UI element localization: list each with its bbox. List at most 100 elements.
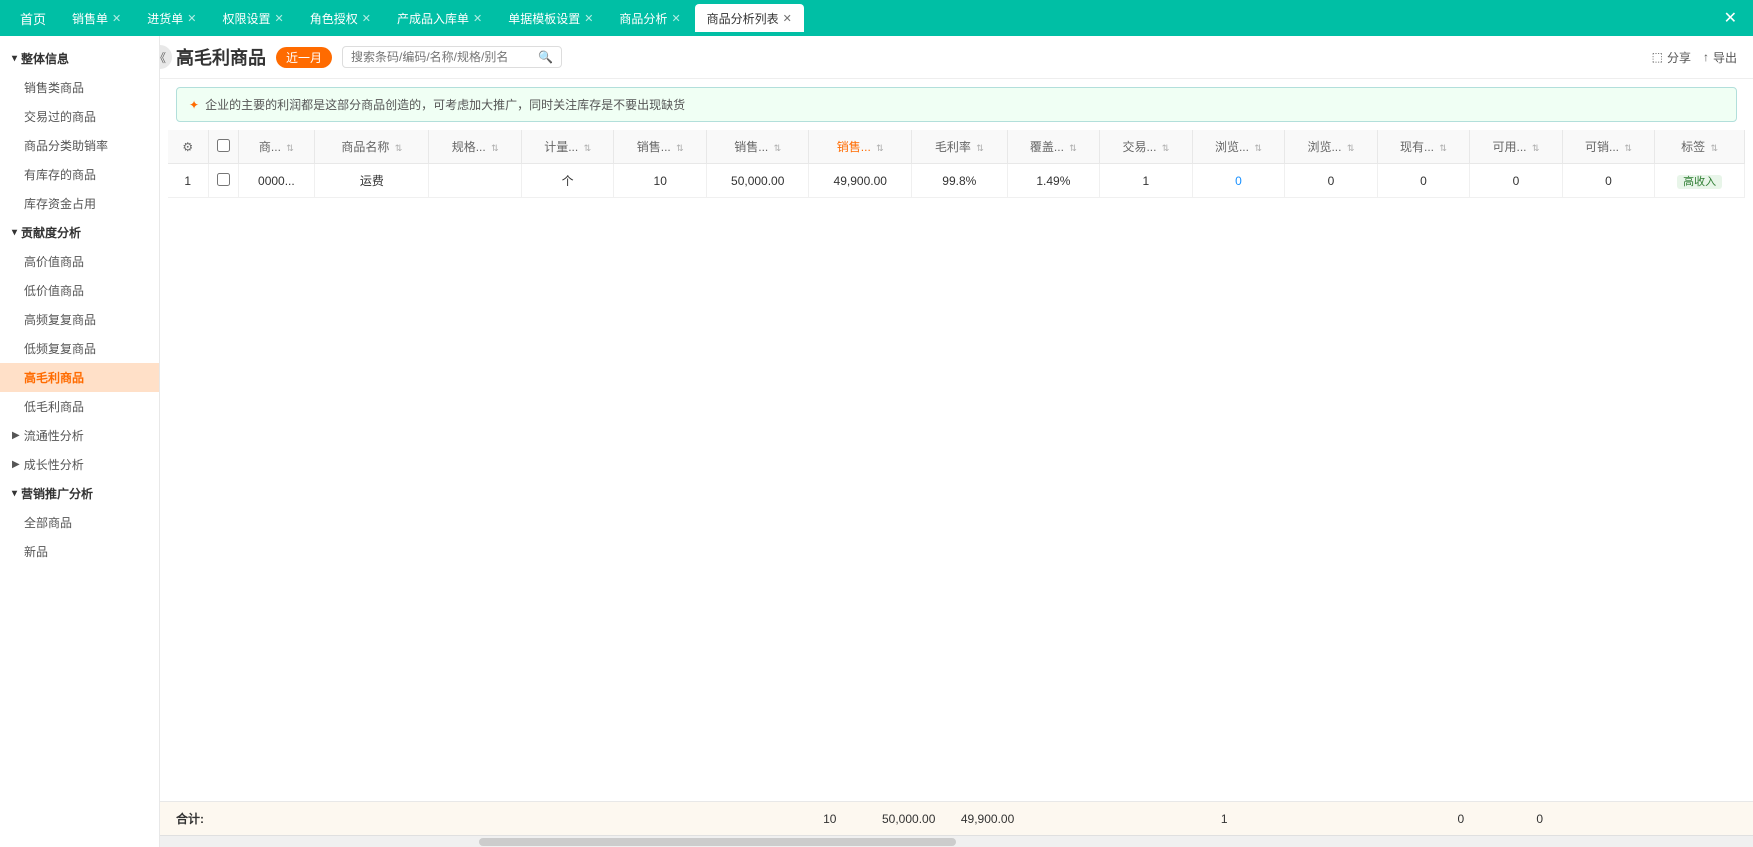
col-margin-rate[interactable]: 毛利率 ⇅	[912, 130, 1008, 164]
table-row: 1 0000... 运费 个 10 50,000.00 49,900.00 99…	[168, 164, 1745, 198]
footer-available: 0	[1500, 812, 1579, 826]
close-purchase-tab[interactable]: ✕	[187, 12, 196, 25]
arrow-growth: ▶	[12, 459, 20, 470]
footer-sales-qty: 10	[790, 812, 869, 826]
cell-sales-cost: 49,900.00	[809, 164, 912, 198]
sidebar-group-growth[interactable]: ▶ 成长性分析	[0, 450, 159, 479]
tab-template[interactable]: 单据模板设置 ✕	[496, 4, 605, 32]
window-close-button[interactable]: ✕	[1716, 8, 1745, 28]
sidebar-item-low-price[interactable]: 低价值商品	[0, 276, 159, 305]
tab-products[interactable]: 产成品入库单 ✕	[385, 4, 494, 32]
col-trade[interactable]: 交易... ⇅	[1100, 130, 1193, 164]
sidebar-group-loyalty[interactable]: ▾ 贡献度分析	[0, 218, 159, 247]
tab-home[interactable]: 首页	[8, 4, 58, 32]
sidebar-item-traded[interactable]: 交易过的商品	[0, 102, 159, 131]
close-products-tab[interactable]: ✕	[473, 12, 482, 25]
sort-available-icon: ⇅	[1532, 143, 1540, 153]
tab-analysis[interactable]: 商品分析 ✕	[607, 4, 692, 32]
sidebar: ▾ 整体信息 销售类商品 交易过的商品 商品分类助销率 有库存的商品 库存资金占…	[0, 36, 160, 847]
cell-coverage: 1.49%	[1007, 164, 1100, 198]
horizontal-scrollbar[interactable]	[160, 835, 1753, 847]
sidebar-group-marketing[interactable]: ▾ 营销推广分析	[0, 479, 159, 508]
sidebar-group-flow[interactable]: ▶ 流通性分析	[0, 421, 159, 450]
col-spec[interactable]: 规格... ⇅	[429, 130, 522, 164]
info-icon: ✦	[189, 98, 199, 112]
col-coverage[interactable]: 覆盖... ⇅	[1007, 130, 1100, 164]
sidebar-item-new-goods[interactable]: 新品	[0, 537, 159, 566]
cell-check[interactable]	[208, 164, 238, 198]
col-sales-qty[interactable]: 销售... ⇅	[614, 130, 707, 164]
cell-code[interactable]: 0000...	[238, 164, 315, 198]
sidebar-item-high-freq[interactable]: 高频复复商品	[0, 305, 159, 334]
cell-browse1[interactable]: 0	[1192, 164, 1285, 198]
col-unit[interactable]: 计量... ⇅	[521, 130, 614, 164]
sidebar-item-high-price[interactable]: 高价值商品	[0, 247, 159, 276]
col-available[interactable]: 可用... ⇅	[1470, 130, 1563, 164]
sidebar-item-low-margin[interactable]: 低毛利商品	[0, 392, 159, 421]
row-checkbox[interactable]	[217, 173, 230, 186]
col-sales-amount[interactable]: 销售... ⇅	[706, 130, 809, 164]
cell-available: 0	[1470, 164, 1563, 198]
sidebar-item-capital[interactable]: 库存资金占用	[0, 189, 159, 218]
footer-sales-amount: 50,000.00	[869, 812, 948, 826]
tab-purchase[interactable]: 进货单 ✕	[135, 4, 208, 32]
sidebar-group-overview[interactable]: ▾ 整体信息	[0, 44, 159, 73]
share-button[interactable]: ⬚ 分享	[1652, 49, 1691, 66]
search-box: 🔍	[342, 46, 562, 68]
close-sales-tab[interactable]: ✕	[112, 12, 121, 25]
tab-roles[interactable]: 角色授权 ✕	[298, 4, 383, 32]
info-text: 企业的主要的利润都是这部分商品创造的，可考虑加大推广，同时关注库存是不要出现缺货	[205, 96, 685, 113]
sidebar-item-low-freq[interactable]: 低频复复商品	[0, 334, 159, 363]
sort-spec-icon: ⇅	[491, 143, 499, 153]
close-analysis-list-tab[interactable]: ✕	[783, 12, 792, 25]
search-icon[interactable]: 🔍	[538, 50, 553, 64]
sidebar-item-all-goods[interactable]: 全部商品	[0, 508, 159, 537]
search-input[interactable]	[351, 50, 534, 64]
tab-sales[interactable]: 销售单 ✕	[60, 4, 133, 32]
top-navigation: 首页 销售单 ✕ 进货单 ✕ 权限设置 ✕ 角色授权 ✕ 产成品入库单 ✕ 单据…	[0, 0, 1753, 36]
col-tag[interactable]: 标签 ⇅	[1655, 130, 1745, 164]
close-analysis-tab[interactable]: ✕	[671, 12, 680, 25]
info-banner: ✦ 企业的主要的利润都是这部分商品创造的，可考虑加大推广，同时关注库存是不要出现…	[176, 87, 1737, 122]
select-all-checkbox[interactable]	[217, 139, 230, 152]
period-button[interactable]: 近一月	[276, 47, 332, 68]
col-saleable[interactable]: 可销... ⇅	[1562, 130, 1655, 164]
arrow-overview: ▾	[12, 53, 17, 64]
sort-tag-icon: ⇅	[1711, 143, 1719, 153]
export-button[interactable]: ↑ 导出	[1703, 49, 1737, 66]
sort-trade-icon: ⇅	[1162, 143, 1170, 153]
table-container: ⚙ 商... ⇅ 商品名称 ⇅ 规格...	[160, 130, 1753, 801]
sidebar-item-in-stock[interactable]: 有库存的商品	[0, 160, 159, 189]
col-name[interactable]: 商品名称 ⇅	[315, 130, 429, 164]
col-sales-cost[interactable]: 销售... ⇅	[809, 130, 912, 164]
sidebar-item-assist[interactable]: 商品分类助销率	[0, 131, 159, 160]
table-header-row: ⚙ 商... ⇅ 商品名称 ⇅ 规格...	[168, 130, 1745, 164]
cell-sales-qty: 10	[614, 164, 707, 198]
sort-sales-amount-icon: ⇅	[774, 143, 782, 153]
cell-saleable: 0	[1562, 164, 1655, 198]
scrollbar-thumb[interactable]	[479, 838, 957, 846]
close-template-tab[interactable]: ✕	[584, 12, 593, 25]
sidebar-item-high-margin[interactable]: 高毛利商品	[0, 363, 159, 392]
sort-current-icon: ⇅	[1439, 143, 1447, 153]
sort-coverage-icon: ⇅	[1069, 143, 1077, 153]
col-browse2[interactable]: 浏览... ⇅	[1285, 130, 1378, 164]
sidebar-item-selling[interactable]: 销售类商品	[0, 73, 159, 102]
tab-analysis-list[interactable]: 商品分析列表 ✕	[695, 4, 804, 32]
arrow-loyalty: ▾	[12, 227, 17, 238]
cell-name: 运费	[315, 164, 429, 198]
close-roles-tab[interactable]: ✕	[362, 12, 371, 25]
col-current[interactable]: 现有... ⇅	[1377, 130, 1470, 164]
col-code[interactable]: 商... ⇅	[238, 130, 315, 164]
cell-tag: 高收入	[1655, 164, 1745, 198]
sort-code-icon: ⇅	[286, 143, 294, 153]
tab-permissions[interactable]: 权限设置 ✕	[210, 4, 295, 32]
col-browse1[interactable]: 浏览... ⇅	[1192, 130, 1285, 164]
sidebar-collapse-button[interactable]: 《	[160, 45, 172, 69]
sort-unit-icon: ⇅	[584, 143, 592, 153]
header-actions: ⬚ 分享 ↑ 导出	[1652, 49, 1737, 66]
col-settings[interactable]: ⚙	[168, 130, 208, 164]
export-icon: ↑	[1703, 50, 1709, 64]
col-check[interactable]	[208, 130, 238, 164]
close-permissions-tab[interactable]: ✕	[275, 12, 284, 25]
